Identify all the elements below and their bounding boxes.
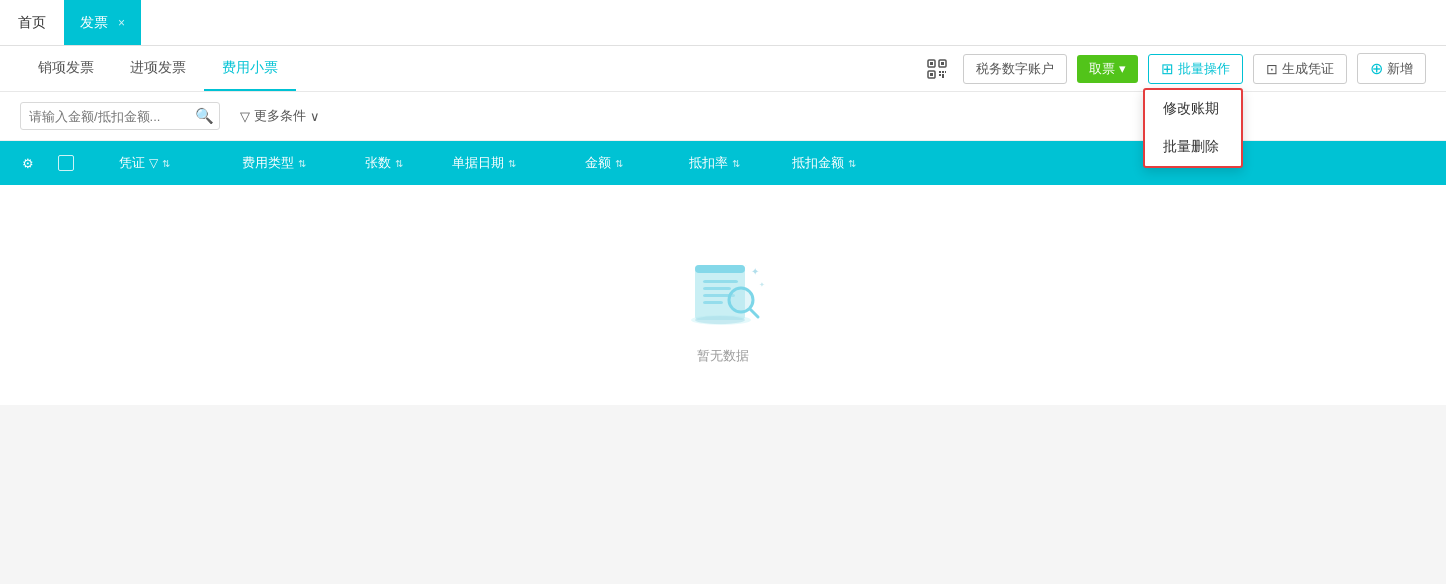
svg-rect-8 (939, 74, 941, 76)
svg-rect-7 (942, 71, 944, 73)
svg-line-20 (750, 309, 758, 317)
content-area: 销项发票 进项发票 费用小票 (0, 46, 1446, 405)
tab-sales-invoice[interactable]: 销项发票 (20, 46, 112, 91)
th-count-label: 张数 (365, 154, 391, 172)
sub-tabs-bar: 销项发票 进项发票 费用小票 (0, 46, 1446, 92)
svg-rect-13 (695, 265, 745, 273)
svg-text:✦: ✦ (759, 281, 765, 288)
get-ticket-button[interactable]: 取票 ▾ (1077, 55, 1138, 83)
svg-rect-9 (942, 74, 944, 78)
batch-op-button[interactable]: ⊞ 批量操作 (1148, 54, 1243, 84)
get-ticket-label: 取票 (1089, 60, 1115, 78)
th-date-sort-icon: ⇅ (508, 158, 516, 169)
toolbar: 税务数字账户 取票 ▾ ⊞ 批量操作 修改账期 批量删除 ⊡ (921, 53, 1426, 85)
dropdown-batch-delete[interactable]: 批量删除 (1145, 128, 1241, 166)
add-button[interactable]: ⊕ 新增 (1357, 53, 1426, 84)
th-expense-type-sort-icon: ⇅ (298, 158, 306, 169)
svg-point-18 (695, 316, 745, 324)
th-deduct-amount-label: 抵扣金额 (792, 154, 844, 172)
th-date-label: 单据日期 (452, 154, 504, 172)
batch-op-dropdown: 修改账期 批量删除 (1143, 88, 1243, 168)
empty-illustration: ✦ ✦ · (673, 245, 773, 335)
gen-voucher-label: 生成凭证 (1282, 60, 1334, 78)
batch-op-icon: ⊞ (1161, 60, 1174, 78)
search-icon[interactable]: 🔍 (195, 107, 214, 125)
th-expense-type-label: 费用类型 (242, 154, 294, 172)
svg-text:·: · (745, 262, 747, 268)
th-amount-sort-icon: ⇅ (615, 158, 623, 169)
tab-expense-ticket[interactable]: 费用小票 (204, 46, 296, 91)
th-gear[interactable]: ⚙ (8, 156, 48, 171)
svg-rect-14 (703, 280, 738, 283)
svg-text:✦: ✦ (751, 266, 759, 277)
th-voucher-sort-icon: ⇅ (162, 158, 170, 169)
th-deduct-amount-sort-icon: ⇅ (848, 158, 856, 169)
top-nav: 首页 发票 × (0, 0, 1446, 46)
more-conditions-arrow-icon: ∨ (310, 109, 320, 124)
th-deduct-rate[interactable]: 抵扣率 ⇅ (664, 154, 764, 172)
more-conditions-button[interactable]: ▽ 更多条件 ∨ (232, 103, 328, 129)
nav-tab-invoice-label: 发票 (80, 14, 108, 32)
batch-op-wrap: ⊞ 批量操作 修改账期 批量删除 (1148, 54, 1243, 84)
nav-tab-close-icon[interactable]: × (118, 16, 125, 30)
nav-tab-invoice[interactable]: 发票 × (64, 0, 141, 45)
nav-home[interactable]: 首页 (0, 0, 64, 45)
sub-tabs-left: 销项发票 进项发票 费用小票 (20, 46, 296, 91)
th-deduct-rate-sort-icon: ⇅ (732, 158, 740, 169)
gen-voucher-button[interactable]: ⊡ 生成凭证 (1253, 54, 1347, 84)
th-voucher[interactable]: 凭证 ▽ ⇅ (84, 154, 204, 172)
more-conditions-label: 更多条件 (254, 107, 306, 125)
add-icon: ⊕ (1370, 59, 1383, 78)
empty-state: ✦ ✦ · 暂无数据 (0, 185, 1446, 405)
th-voucher-label: 凭证 (119, 154, 145, 172)
th-expense-type[interactable]: 费用类型 ⇅ (204, 154, 344, 172)
svg-rect-3 (941, 62, 944, 65)
batch-op-label: 批量操作 (1178, 60, 1230, 78)
th-count-sort-icon: ⇅ (395, 158, 403, 169)
svg-rect-17 (703, 301, 723, 304)
th-amount-label: 金额 (585, 154, 611, 172)
th-checkbox[interactable] (48, 155, 84, 171)
header-checkbox[interactable] (58, 155, 74, 171)
gear-icon: ⚙ (22, 156, 34, 171)
add-label: 新增 (1387, 60, 1413, 78)
th-voucher-filter-icon: ▽ (149, 156, 158, 170)
th-count[interactable]: 张数 ⇅ (344, 154, 424, 172)
get-ticket-arrow-icon: ▾ (1119, 61, 1126, 76)
dropdown-modify-period[interactable]: 修改账期 (1145, 90, 1241, 128)
empty-text: 暂无数据 (697, 347, 749, 365)
tab-purchase-invoice[interactable]: 进项发票 (112, 46, 204, 91)
th-deduct-rate-label: 抵扣率 (689, 154, 728, 172)
th-deduct-amount[interactable]: 抵扣金额 ⇅ (764, 154, 884, 172)
svg-rect-15 (703, 287, 731, 290)
svg-rect-6 (939, 71, 941, 73)
svg-rect-10 (945, 71, 946, 73)
tax-account-button[interactable]: 税务数字账户 (963, 54, 1067, 84)
qr-code-icon[interactable] (921, 53, 953, 85)
th-date[interactable]: 单据日期 ⇅ (424, 154, 544, 172)
svg-rect-5 (930, 73, 933, 76)
search-input[interactable] (29, 109, 189, 124)
th-amount[interactable]: 金额 ⇅ (544, 154, 664, 172)
svg-rect-1 (930, 62, 933, 65)
gen-voucher-icon: ⊡ (1266, 61, 1278, 77)
search-input-wrap[interactable]: 🔍 (20, 102, 220, 130)
filter-funnel-icon: ▽ (240, 109, 250, 124)
